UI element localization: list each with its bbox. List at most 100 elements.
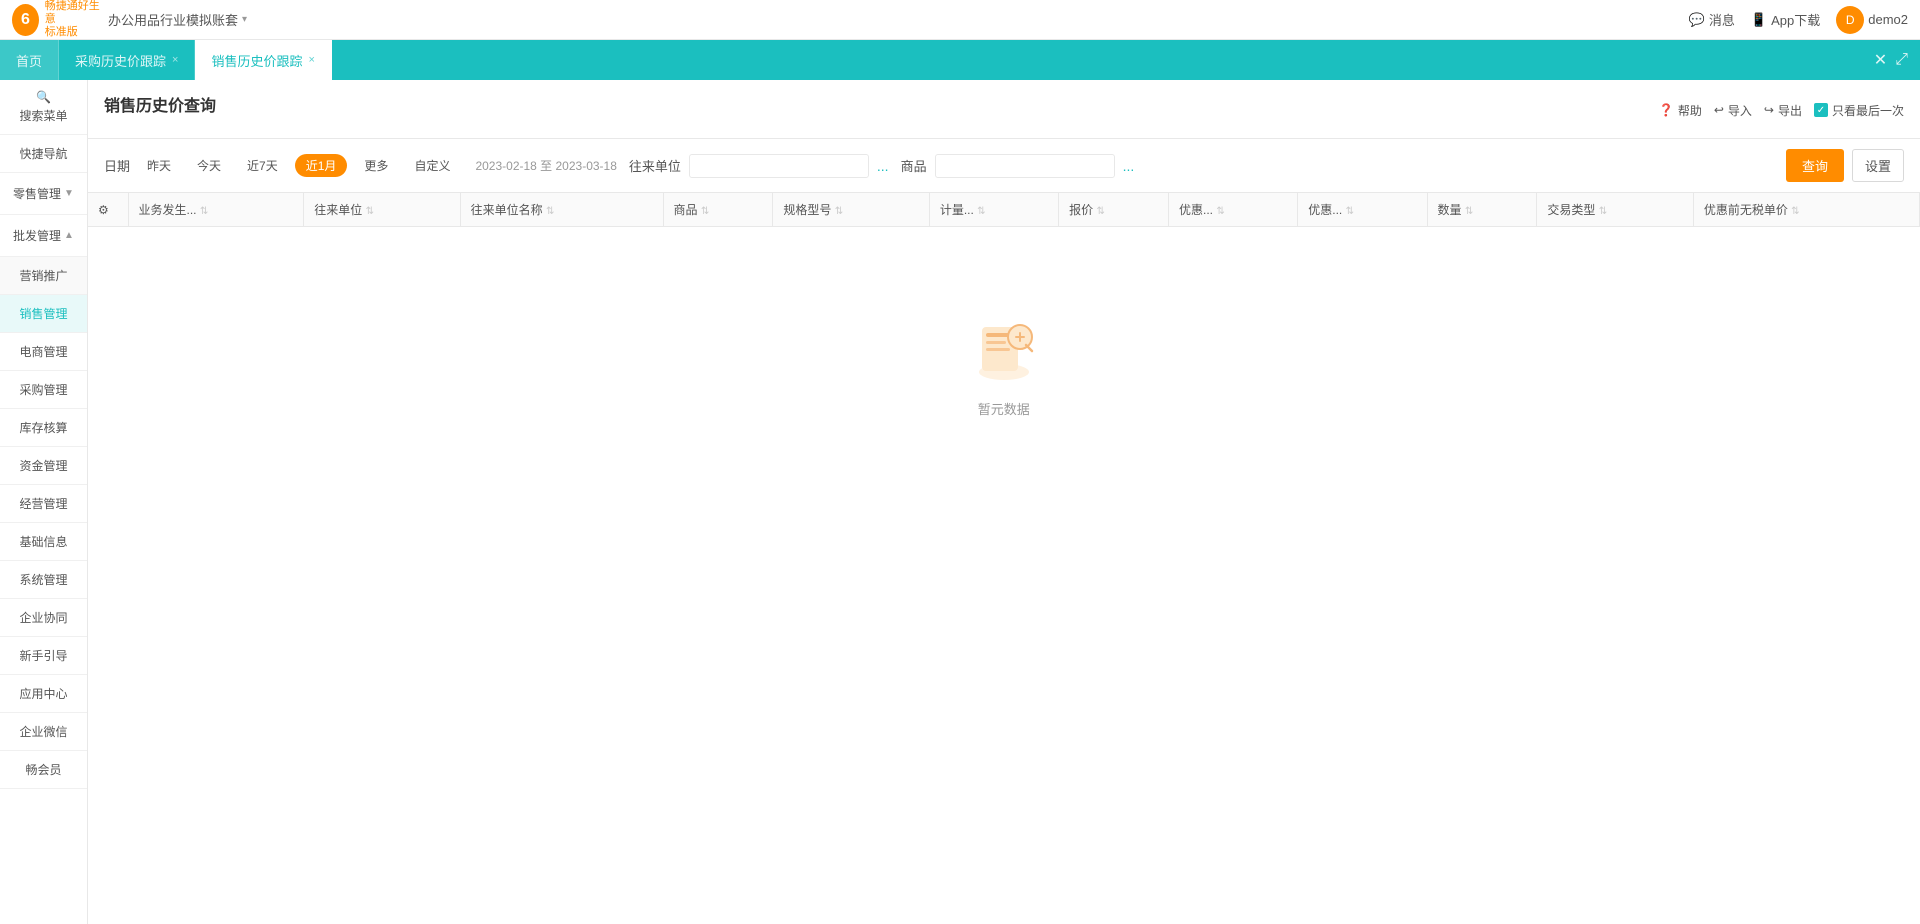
date-filter-group: 日期 昨天 今天 近7天 近1月 更多 自定义 2023-02-18 至 202…: [104, 154, 617, 177]
message-button[interactable]: 💬 消息: [1689, 10, 1735, 29]
date-btn-today[interactable]: 今天: [188, 154, 230, 177]
col-date: 业务发生... ⇅: [128, 193, 304, 227]
filter-actions: 查询 设置: [1786, 149, 1904, 182]
sidebar-item-sales[interactable]: 销售管理: [0, 295, 87, 333]
settings-button[interactable]: 设置: [1852, 149, 1904, 182]
sidebar-item-ecommerce[interactable]: 电商管理: [0, 333, 87, 371]
sidebar-item-search[interactable]: 🔍 搜索菜单: [0, 80, 87, 135]
sidebar-item-system[interactable]: 系统管理: [0, 561, 87, 599]
sidebar-item-finance[interactable]: 资金管理: [0, 447, 87, 485]
logo-icon: 6: [12, 4, 39, 36]
fullscreen-action[interactable]: ⤢: [1895, 51, 1908, 69]
col-discount2: 优惠... ⇅: [1298, 193, 1427, 227]
app-selector[interactable]: 办公用品行业模拟账套 ▾: [108, 10, 1681, 29]
sort-icon: ⇅: [546, 206, 554, 217]
partner-filter-group: 往来单位 ...: [629, 154, 889, 178]
col-goods: 商品 ⇅: [663, 193, 773, 227]
col-trade-type: 交易类型 ⇅: [1537, 193, 1693, 227]
page-title: 销售历史价查询: [104, 92, 216, 116]
tab-home[interactable]: 首页: [0, 40, 59, 80]
table-settings-header[interactable]: ⚙: [88, 193, 128, 227]
partner-ellipsis-button[interactable]: ...: [877, 158, 889, 174]
chevron-down-icon: ▼: [64, 188, 74, 199]
user-menu[interactable]: D demo2: [1836, 6, 1908, 34]
chevron-up-icon: ▲: [64, 230, 74, 241]
sort-icon: ⇅: [200, 206, 208, 217]
col-pretax-price: 优惠前无税单价 ⇅: [1693, 193, 1919, 227]
message-icon: 💬: [1689, 12, 1705, 28]
query-button[interactable]: 查询: [1786, 149, 1844, 182]
only-last-checkbox-label[interactable]: ✓ 只看最后一次: [1814, 102, 1904, 119]
partner-label: 往来单位: [629, 156, 681, 175]
tab-actions: ✕ ⤢: [1862, 50, 1920, 70]
help-icon: ❓: [1659, 103, 1674, 117]
sidebar-item-quicknav[interactable]: 快捷导航: [0, 135, 87, 173]
col-partner: 往来单位 ⇅: [304, 193, 460, 227]
sidebar-item-inventory[interactable]: 库存核算: [0, 409, 87, 447]
sort-icon: ⇅: [835, 206, 843, 217]
wholesale-submenu: 营销推广 销售管理: [0, 257, 87, 333]
sidebar-item-wholesale[interactable]: 批发管理 ▲: [0, 215, 87, 257]
col-spec: 规格型号 ⇅: [773, 193, 929, 227]
tab-sales[interactable]: 销售历史价跟踪 ×: [195, 40, 331, 80]
col-discount1: 优惠... ⇅: [1168, 193, 1297, 227]
page-header: 销售历史价查询 ❓ 帮助 ↩ 导入 ↪ 导出 ✓: [88, 80, 1920, 139]
goods-label: 商品: [901, 156, 927, 175]
sort-icon: ⇅: [1599, 206, 1607, 217]
goods-input[interactable]: [935, 154, 1115, 178]
sidebar-item-apps[interactable]: 应用中心: [0, 675, 87, 713]
sidebar-item-basic[interactable]: 基础信息: [0, 523, 87, 561]
filter-bar: 日期 昨天 今天 近7天 近1月 更多 自定义 2023-02-18 至 202…: [88, 139, 1920, 193]
close-purchase-tab[interactable]: ×: [172, 54, 178, 66]
sort-icon: ⇅: [1465, 206, 1473, 217]
sidebar-item-marketing[interactable]: 营销推广: [0, 257, 87, 295]
sidebar-item-purchase[interactable]: 采购管理: [0, 371, 87, 409]
sort-icon: ⇅: [1791, 206, 1799, 217]
close-tab-action[interactable]: ✕: [1874, 50, 1887, 70]
date-btn-yesterday[interactable]: 昨天: [138, 154, 180, 177]
date-btn-7days[interactable]: 近7天: [238, 154, 287, 177]
sidebar: 🔍 搜索菜单 快捷导航 零售管理 ▼ 批发管理 ▲ 营销推广 销售管理 电商管理…: [0, 80, 88, 924]
date-btn-custom[interactable]: 自定义: [405, 154, 459, 177]
export-button[interactable]: ↪ 导出: [1764, 102, 1802, 119]
col-price: 报价 ⇅: [1059, 193, 1169, 227]
logo-area: 6 畅捷通好生意 标准版: [12, 0, 100, 39]
col-qty: 数量 ⇅: [1427, 193, 1537, 227]
import-icon: ↩: [1714, 103, 1724, 117]
import-button[interactable]: ↩ 导入: [1714, 102, 1752, 119]
tab-purchase[interactable]: 采购历史价跟踪 ×: [59, 40, 195, 80]
sidebar-item-operations[interactable]: 经营管理: [0, 485, 87, 523]
checkbox-icon: ✓: [1814, 103, 1828, 117]
sidebar-item-member[interactable]: 畅会员: [0, 751, 87, 789]
sidebar-item-guide[interactable]: 新手引导: [0, 637, 87, 675]
top-right: 💬 消息 📱 App下载 D demo2: [1689, 6, 1908, 34]
export-icon: ↪: [1764, 103, 1774, 117]
empty-text: 暂元数据: [978, 399, 1030, 418]
main-layout: 🔍 搜索菜单 快捷导航 零售管理 ▼ 批发管理 ▲ 营销推广 销售管理 电商管理…: [0, 80, 1920, 924]
goods-filter-group: 商品 ...: [901, 154, 1135, 178]
search-icon: 🔍: [36, 90, 51, 104]
top-bar: 6 畅捷通好生意 标准版 办公用品行业模拟账套 ▾ 💬 消息 📱 App下载 D…: [0, 0, 1920, 40]
goods-ellipsis-button[interactable]: ...: [1123, 158, 1135, 174]
app-download-button[interactable]: 📱 App下载: [1751, 10, 1820, 29]
partner-input[interactable]: [689, 154, 869, 178]
avatar: D: [1836, 6, 1864, 34]
download-icon: 📱: [1751, 12, 1767, 28]
close-sales-tab[interactable]: ×: [308, 54, 314, 66]
data-table: ⚙ 业务发生... ⇅ 往来单位 ⇅ 往来单位名称 ⇅: [88, 193, 1920, 498]
sidebar-item-wechat[interactable]: 企业微信: [0, 713, 87, 751]
sort-icon: ⇅: [1216, 206, 1224, 217]
date-btn-more[interactable]: 更多: [355, 154, 397, 177]
sidebar-item-retail[interactable]: 零售管理 ▼: [0, 173, 87, 215]
chevron-down-icon: ▾: [242, 14, 247, 25]
sidebar-item-enterprise[interactable]: 企业协同: [0, 599, 87, 637]
tab-bar: 首页 采购历史价跟踪 × 销售历史价跟踪 × ✕ ⤢: [0, 40, 1920, 80]
col-unit: 计量... ⇅: [929, 193, 1058, 227]
logo-text: 畅捷通好生意 标准版: [45, 0, 100, 39]
sort-icon: ⇅: [366, 206, 374, 217]
date-label: 日期: [104, 156, 130, 175]
settings-icon: ⚙: [98, 203, 109, 217]
empty-state: 暂元数据: [88, 227, 1920, 498]
date-btn-1month[interactable]: 近1月: [295, 154, 348, 177]
help-button[interactable]: ❓ 帮助: [1659, 102, 1702, 119]
